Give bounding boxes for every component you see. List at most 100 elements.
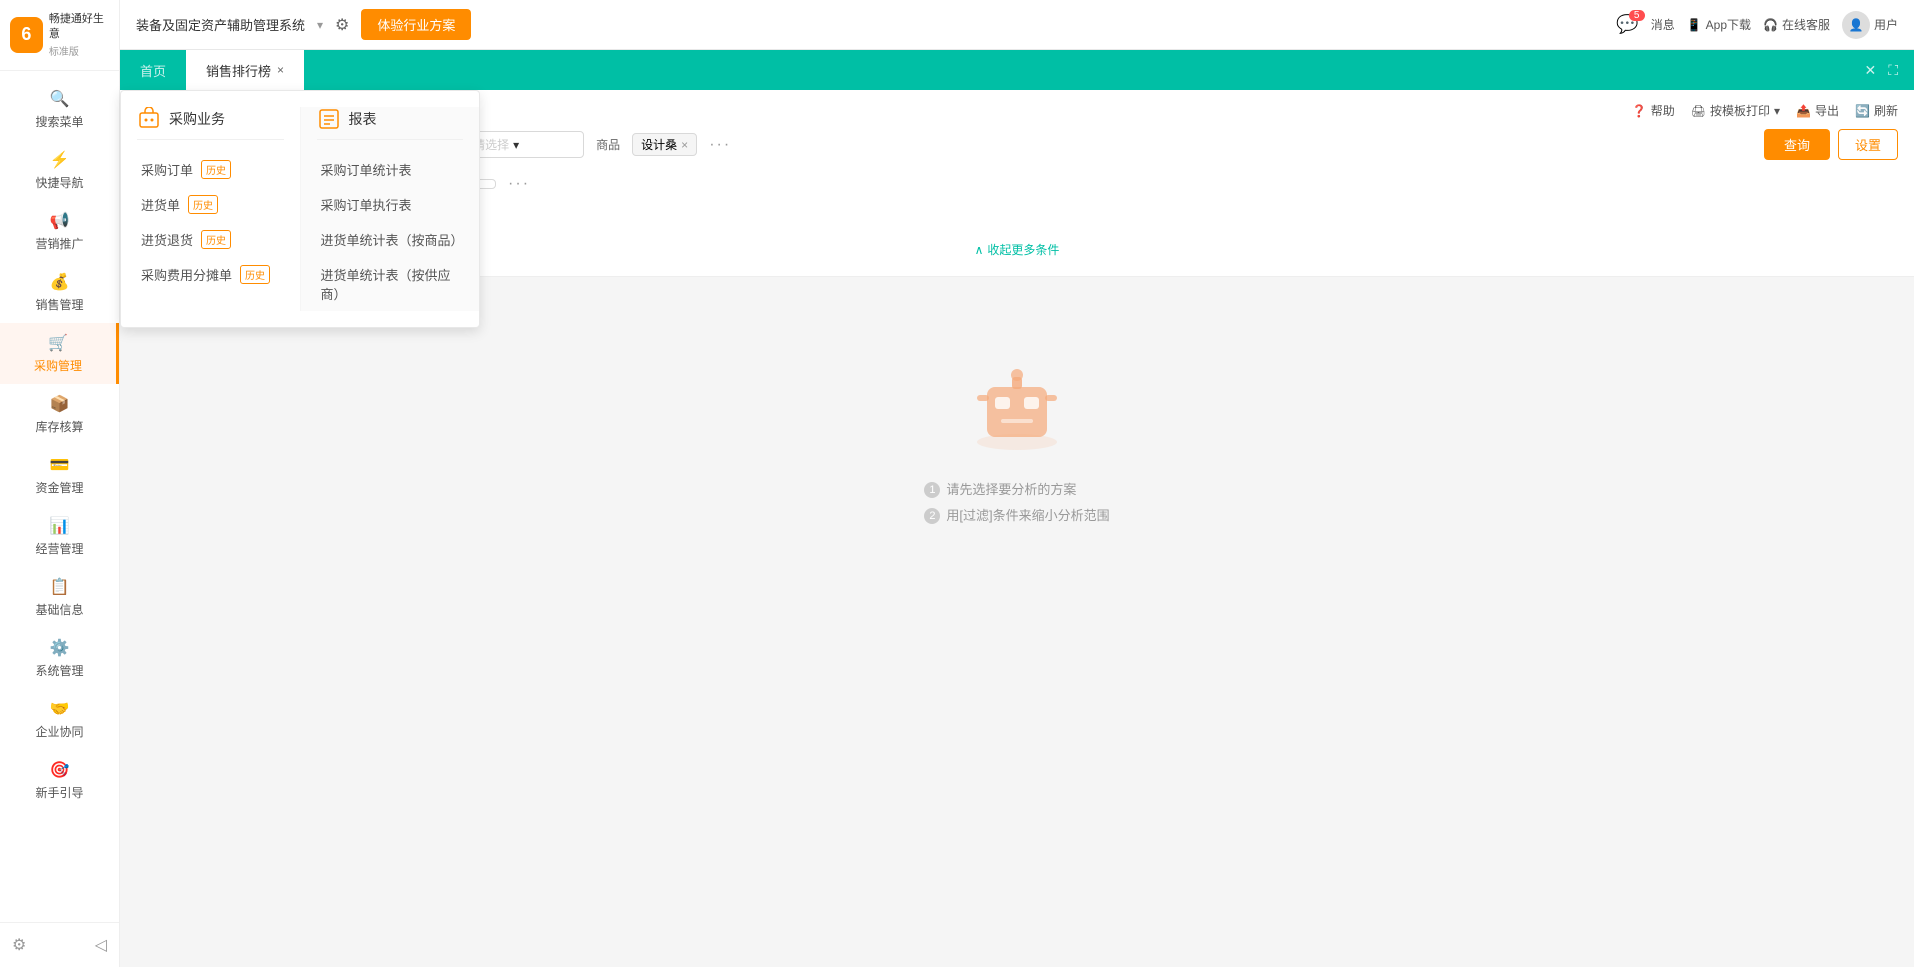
report-col-header: 报表: [317, 107, 464, 140]
settings-bottom-btn[interactable]: ⚙: [12, 935, 26, 955]
avatar: 👤: [1842, 11, 1870, 39]
purchase-return-label: 进货退货: [141, 230, 193, 249]
goods-tag-close[interactable]: ×: [681, 138, 688, 152]
print-chevron-icon[interactable]: ▾: [1774, 104, 1780, 118]
nav-label-3: 销售管理: [35, 296, 83, 313]
purchase-expense-label: 采购费用分摊单: [141, 265, 232, 284]
nav-icon-7: 📊: [50, 516, 70, 536]
nav-icon-0: 🔍: [50, 89, 70, 109]
query-btn[interactable]: 查询: [1764, 129, 1830, 160]
close-tab-btn[interactable]: ✕: [1864, 62, 1876, 79]
empty-illustration: [957, 357, 1077, 457]
tab-home[interactable]: 首页: [120, 50, 186, 90]
sidebar-logo: 6 畅捷通好生意 标准版: [0, 0, 119, 71]
dropdown-menu: 采购业务 采购订单 历史 进货单 历史 进货退货 历史 采购费用分摊单 历史: [120, 90, 480, 328]
app-download[interactable]: 📱 App下载: [1687, 16, 1751, 33]
tab-home-label: 首页: [140, 61, 166, 80]
export-btn[interactable]: 📤 导出: [1796, 102, 1839, 119]
nav-icon-1: ⚡: [50, 150, 70, 170]
nav-icon-8: 📋: [50, 577, 70, 597]
nav-label-8: 基础信息: [35, 601, 83, 618]
goods-label: 商品: [596, 136, 620, 153]
goods-more-dots[interactable]: ···: [709, 136, 731, 154]
purchase-col-icon: [137, 107, 161, 131]
header-title: 装备及固定资产辅助管理系统: [136, 15, 305, 34]
sidebar-item-6[interactable]: 💳资金管理: [0, 445, 119, 506]
menu-report-receipt-supplier[interactable]: 进货单统计表（按供应商）: [317, 257, 464, 311]
sidebar-item-11[interactable]: 🎯新手引导: [0, 750, 119, 811]
sidebar-item-4[interactable]: 🛒 采购管理: [0, 323, 119, 384]
tab-close-icon[interactable]: ×: [277, 63, 284, 77]
sidebar-item-2[interactable]: 📢营销推广: [0, 201, 119, 262]
menu-purchase-expense[interactable]: 采购费用分摊单 历史: [137, 257, 284, 292]
purchase-receipt-badge: 历史: [188, 195, 218, 214]
sidebar-item-10[interactable]: 🤝企业协同: [0, 689, 119, 750]
tab-sales-rank[interactable]: 销售排行榜 ×: [186, 50, 304, 90]
purchase-order-badge: 历史: [201, 160, 231, 179]
tab-window-btns: ✕ ⛶: [1848, 62, 1914, 79]
sidebar-item-3[interactable]: 💰 销售管理: [0, 262, 119, 323]
sidebar-item-7[interactable]: 📊经营管理: [0, 506, 119, 567]
report-order-stat-label: 采购订单统计表: [321, 160, 412, 179]
msg-icon-wrap[interactable]: 💬 5: [1616, 14, 1638, 35]
report-col-title: 报表: [349, 109, 377, 129]
sidebar-item-8[interactable]: 📋 基础信息: [0, 567, 119, 628]
menu-report-order-stat[interactable]: 采购订单统计表: [317, 152, 464, 187]
print-icon: 🖨: [1691, 104, 1706, 118]
empty-tip-1: 1 请先选择要分析的方案: [924, 477, 1109, 503]
logo-badge: 标准版: [49, 43, 109, 58]
settings-icon[interactable]: ⚙: [335, 15, 349, 35]
sidebar-nav: 🔍 搜索菜单 ⚡快捷导航📢营销推广 💰 销售管理 🛒 采购管理 📦库存核算💳资金管理📊经营管理…: [0, 71, 119, 922]
header: 装备及固定资产辅助管理系统 ▾ ⚙ 体验行业方案 💬 5 消息 📱 App下载 …: [120, 0, 1914, 50]
nav-label-0: 搜索菜单: [35, 113, 83, 130]
collapse-icon: ∧: [975, 243, 984, 257]
print-btn[interactable]: 🖨 按模板打印 ▾: [1691, 102, 1780, 119]
sidebar-item-0[interactable]: 🔍 搜索菜单: [0, 79, 119, 140]
sidebar-item-5[interactable]: 📦库存核算: [0, 384, 119, 445]
doc-status-select[interactable]: 请选择 ▾: [464, 131, 584, 158]
logo-icon: 6: [10, 17, 43, 53]
goods-tag-text: 设计桑: [641, 136, 677, 153]
help-icon: ❓: [1632, 104, 1647, 118]
nav-icon-3: 💰: [50, 272, 70, 292]
report-col-icon: [317, 107, 341, 131]
collapse-sidebar-btn[interactable]: ◁: [95, 935, 107, 955]
nav-icon-5: 📦: [50, 394, 70, 414]
user-label: 用户: [1874, 16, 1898, 33]
goods-tag: 设计桑 ×: [632, 133, 697, 156]
tabs-bar: 首页 销售排行榜 × ✕ ⛶: [120, 50, 1914, 90]
report-order-exec-label: 采购订单执行表: [321, 195, 412, 214]
purchase-col-header: 采购业务: [137, 107, 284, 140]
logo-text: 畅捷通好生意: [49, 12, 109, 43]
menu-report-order-exec[interactable]: 采购订单执行表: [317, 187, 464, 222]
doc-status-chevron: ▾: [513, 138, 519, 152]
msg-label: 消息: [1651, 16, 1675, 33]
sidebar-item-1[interactable]: ⚡快捷导航: [0, 140, 119, 201]
dropdown-chevron-icon[interactable]: ▾: [317, 18, 323, 32]
menu-purchase-order[interactable]: 采购订单 历史: [137, 152, 284, 187]
salesperson-more-dots[interactable]: ···: [508, 175, 530, 193]
purchase-return-badge: 历史: [201, 230, 231, 249]
nav-icon-4: 🛒: [48, 333, 68, 353]
purchase-col: 采购业务 采购订单 历史 进货单 历史 进货退货 历史 采购费用分摊单 历史: [121, 107, 300, 311]
refresh-btn[interactable]: 🔄 刷新: [1855, 102, 1898, 119]
menu-purchase-return[interactable]: 进货退货 历史: [137, 222, 284, 257]
online-service[interactable]: 🎧 在线客服: [1763, 16, 1830, 33]
report-col: 报表 采购订单统计表 采购订单执行表 进货单统计表（按商品） 进货单统计表（按供…: [300, 107, 480, 311]
purchase-col-title: 采购业务: [169, 109, 225, 129]
sidebar-item-9[interactable]: ⚙️系统管理: [0, 628, 119, 689]
industry-btn[interactable]: 体验行业方案: [361, 9, 471, 40]
report-receipt-supplier-label: 进货单统计表（按供应商）: [321, 265, 460, 303]
menu-report-receipt-goods[interactable]: 进货单统计表（按商品）: [317, 222, 464, 257]
nav-icon-9: ⚙️: [50, 638, 70, 658]
refresh-icon: 🔄: [1855, 104, 1870, 118]
menu-purchase-receipt[interactable]: 进货单 历史: [137, 187, 284, 222]
maximize-tab-btn[interactable]: ⛶: [1888, 62, 1898, 79]
help-btn[interactable]: ❓ 帮助: [1632, 102, 1675, 119]
user-menu[interactable]: 👤 用户: [1842, 11, 1898, 39]
nav-label-6: 资金管理: [35, 479, 83, 496]
nav-icon-11: 🎯: [50, 760, 70, 780]
nav-label-4: 采购管理: [34, 357, 82, 374]
empty-tips: 1 请先选择要分析的方案 2 用[过滤]条件来缩小分析范围: [924, 477, 1109, 529]
setting-btn[interactable]: 设置: [1838, 129, 1898, 160]
